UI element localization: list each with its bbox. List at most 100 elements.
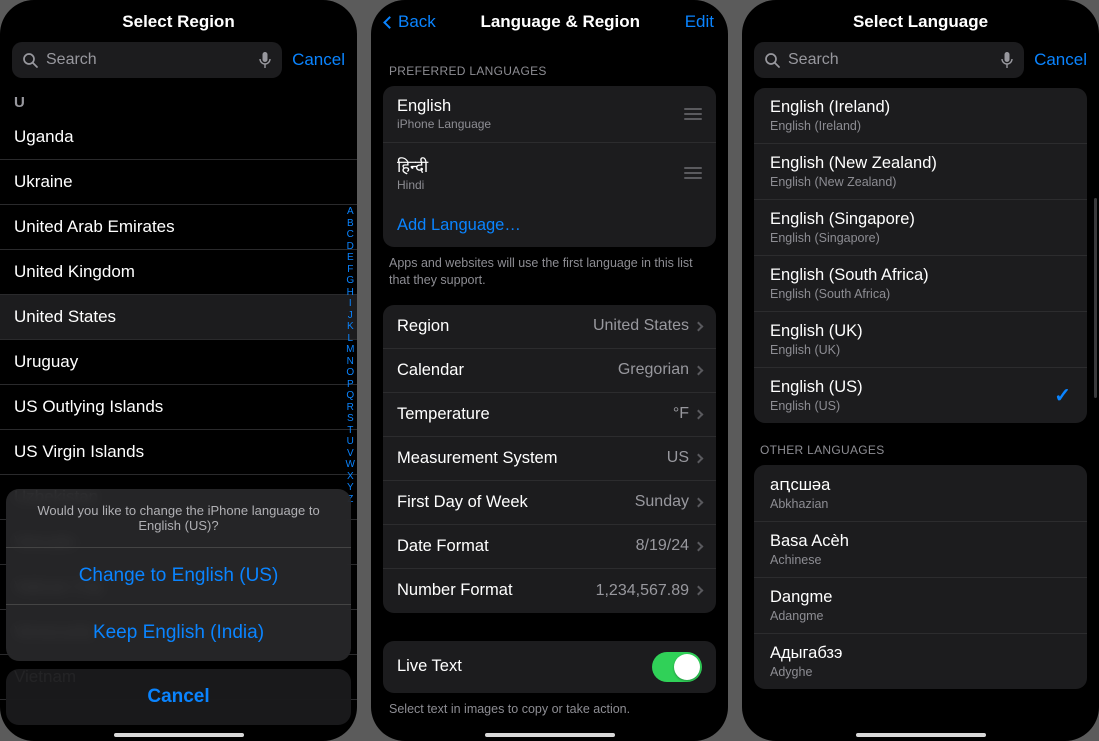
search-row: Cancel — [742, 42, 1099, 88]
live-text-label: Live Text — [397, 657, 652, 676]
region-item[interactable]: US Outlying Islands — [0, 385, 357, 430]
index-letter[interactable]: A — [347, 206, 354, 218]
drag-handle-icon[interactable] — [684, 164, 702, 182]
page-title: Language & Region — [436, 12, 685, 32]
region-item[interactable]: United Arab Emirates — [0, 205, 357, 250]
index-letter[interactable]: M — [346, 344, 354, 356]
index-letter[interactable]: K — [347, 321, 354, 333]
index-letter[interactable]: N — [347, 356, 354, 368]
back-button[interactable]: Back — [385, 12, 436, 32]
region-item[interactable]: US Virgin Islands — [0, 430, 357, 475]
language-item[interactable]: аԥсшәа Abkhazian — [754, 465, 1087, 522]
language-item[interactable]: English (South Africa) English (South Af… — [754, 256, 1087, 312]
index-letter[interactable]: R — [347, 402, 354, 414]
index-letter[interactable]: D — [347, 241, 354, 253]
settings-row[interactable]: First Day of Week Sunday — [383, 481, 716, 525]
settings-value: United States — [593, 317, 689, 335]
index-letter[interactable]: U — [347, 436, 354, 448]
index-letter[interactable]: J — [348, 310, 353, 322]
add-language-row[interactable]: Add Language… — [383, 203, 716, 247]
language-item[interactable]: English (UK) English (UK) — [754, 312, 1087, 368]
scroll-indicator — [1094, 198, 1097, 398]
settings-value: °F — [673, 405, 689, 423]
language-title: English (New Zealand) — [770, 154, 1071, 173]
settings-row[interactable]: Measurement System US — [383, 437, 716, 481]
index-letter[interactable]: G — [346, 275, 354, 287]
home-indicator[interactable] — [485, 733, 615, 737]
settings-label: Measurement System — [397, 449, 667, 468]
language-list-scroll[interactable]: English (Ireland) English (Ireland) Engl… — [742, 88, 1099, 741]
language-item[interactable]: English (Singapore) English (Singapore) — [754, 200, 1087, 256]
search-input[interactable] — [38, 51, 258, 69]
language-item[interactable]: English (Ireland) English (Ireland) — [754, 88, 1087, 144]
search-box[interactable] — [12, 42, 282, 78]
index-letter[interactable]: V — [347, 448, 354, 460]
mic-icon[interactable] — [258, 51, 272, 69]
settings-row[interactable]: Number Format 1,234,567.89 — [383, 569, 716, 613]
home-indicator[interactable] — [114, 733, 244, 737]
settings-label: Number Format — [397, 581, 596, 600]
edit-button[interactable]: Edit — [685, 12, 714, 32]
language-item[interactable]: Dangme Adangme — [754, 578, 1087, 634]
index-letter[interactable]: C — [347, 229, 354, 241]
preferred-language-row[interactable]: English iPhone Language — [383, 86, 716, 143]
language-item[interactable]: English (New Zealand) English (New Zeala… — [754, 144, 1087, 200]
settings-scroll[interactable]: PREFERRED LANGUAGES English iPhone Langu… — [371, 42, 728, 741]
language-title: English (Ireland) — [770, 98, 1071, 117]
sheet-keep-button[interactable]: Keep English (India) — [6, 604, 351, 661]
sheet-change-button[interactable]: Change to English (US) — [6, 547, 351, 604]
sheet-cancel-button[interactable]: Cancel — [6, 669, 351, 725]
index-letter[interactable]: Q — [346, 390, 354, 402]
settings-value: Gregorian — [618, 361, 689, 379]
chevron-right-icon — [694, 321, 704, 331]
live-text-group: Live Text — [383, 641, 716, 693]
settings-label: Temperature — [397, 405, 673, 424]
region-item[interactable]: Ukraine — [0, 160, 357, 205]
lang-sub: iPhone Language — [397, 117, 684, 131]
region-item[interactable]: United Kingdom — [0, 250, 357, 295]
index-letter[interactable]: T — [347, 425, 353, 437]
alpha-index[interactable]: ABCDEFGHIJKLMNOPQRSTUVWXYZ — [346, 206, 355, 505]
preferred-footer: Apps and websites will use the first lan… — [383, 247, 716, 293]
settings-row[interactable]: Calendar Gregorian — [383, 349, 716, 393]
other-languages-header: OTHER LANGUAGES — [742, 423, 1099, 465]
mic-icon[interactable] — [1000, 51, 1014, 69]
index-letter[interactable]: B — [347, 218, 354, 230]
index-letter[interactable]: W — [346, 459, 355, 471]
search-cancel-button[interactable]: Cancel — [1034, 50, 1087, 70]
preferred-languages-group: English iPhone Language हिन्दी Hindi Add… — [383, 86, 716, 247]
search-box[interactable] — [754, 42, 1024, 78]
search-row: Cancel — [0, 42, 357, 88]
search-input[interactable] — [780, 51, 1000, 69]
settings-row[interactable]: Region United States — [383, 305, 716, 349]
settings-row[interactable]: Temperature °F — [383, 393, 716, 437]
language-item[interactable]: Basa Acèh Achinese — [754, 522, 1087, 578]
region-item[interactable]: Uruguay — [0, 340, 357, 385]
live-text-toggle[interactable] — [652, 652, 702, 682]
lang-title: हिन्दी — [397, 154, 684, 177]
index-letter[interactable]: L — [347, 333, 353, 345]
page-title: Select Region — [54, 12, 303, 32]
language-item[interactable]: English (US) English (US) ✓ — [754, 368, 1087, 423]
search-cancel-button[interactable]: Cancel — [292, 50, 345, 70]
index-letter[interactable]: P — [347, 379, 354, 391]
index-letter[interactable]: S — [347, 413, 354, 425]
index-letter[interactable]: X — [347, 471, 354, 483]
lang-sub: Hindi — [397, 178, 684, 192]
index-letter[interactable]: I — [349, 298, 352, 310]
language-title: English (Singapore) — [770, 210, 1071, 229]
drag-handle-icon[interactable] — [684, 105, 702, 123]
index-letter[interactable]: E — [347, 252, 354, 264]
settings-value: US — [667, 449, 689, 467]
settings-row[interactable]: Date Format 8/19/24 — [383, 525, 716, 569]
page-title: Select Language — [796, 12, 1045, 32]
index-letter[interactable]: H — [347, 287, 354, 299]
home-indicator[interactable] — [856, 733, 986, 737]
preferred-language-row[interactable]: हिन्दी Hindi — [383, 143, 716, 203]
index-letter[interactable]: F — [347, 264, 353, 276]
language-item[interactable]: Адыгабзэ Adyghe — [754, 634, 1087, 689]
index-letter[interactable]: O — [346, 367, 354, 379]
region-item[interactable]: United States — [0, 295, 357, 340]
chevron-right-icon — [694, 541, 704, 551]
region-item[interactable]: Uganda — [0, 115, 357, 160]
